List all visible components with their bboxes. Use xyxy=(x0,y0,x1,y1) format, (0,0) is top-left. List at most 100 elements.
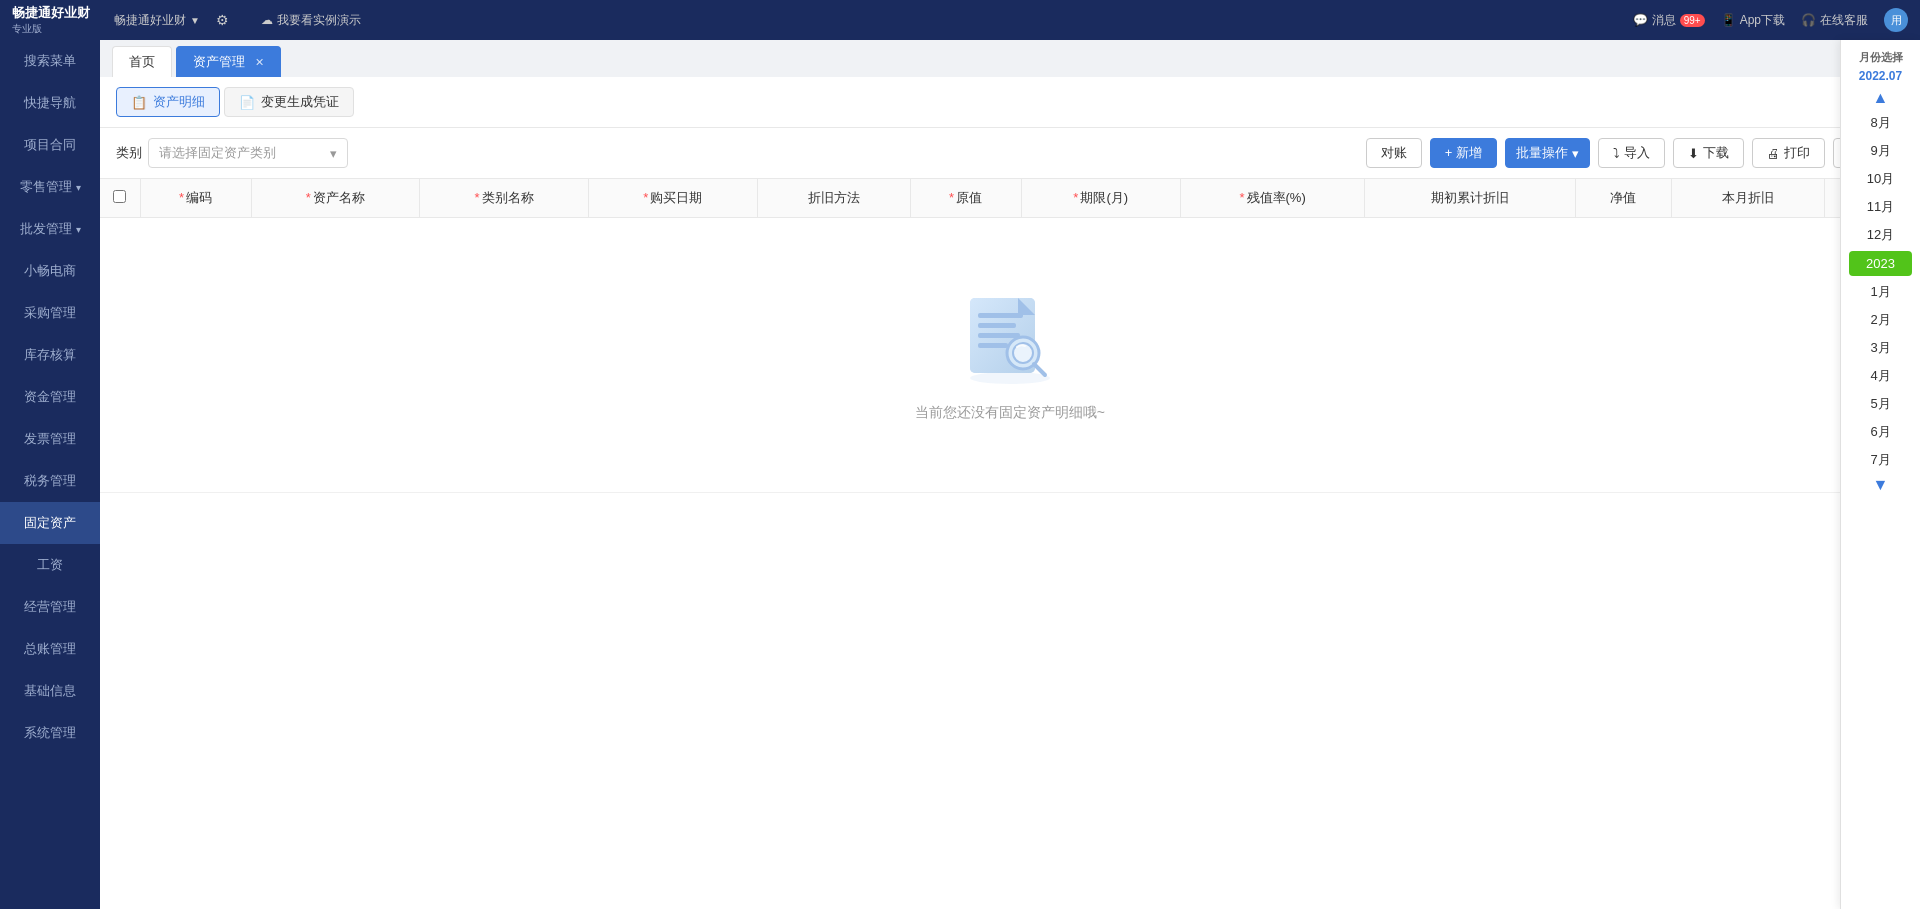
toolbar-right: 对账 + 新增 批量操作 ▾ ⤵ 导入 ⬇ 下载 xyxy=(1366,138,1904,168)
month-panel-title: 月份选择 xyxy=(1859,46,1903,67)
table-header-checkbox xyxy=(100,179,140,218)
category-select-box[interactable]: 请选择固定资产类别 ▾ xyxy=(148,138,348,168)
svg-rect-5 xyxy=(978,333,1020,338)
category-dropdown-icon: ▾ xyxy=(330,146,337,161)
message-count: 99+ xyxy=(1680,14,1705,27)
sidebar-payroll-label: 工资 xyxy=(37,556,63,574)
month-item-7-2023[interactable]: 7月 xyxy=(1841,446,1920,474)
col-purchase-date: *购买日期 xyxy=(588,179,757,218)
retail-arrow-icon: ▾ xyxy=(76,182,81,193)
sidebar-item-fixed-assets[interactable]: 固定资产 xyxy=(0,502,100,544)
match-button[interactable]: 对账 xyxy=(1366,138,1422,168)
sidebar-item-basic-info[interactable]: 基础信息 xyxy=(0,670,100,712)
demo-link[interactable]: ☁ 我要看实例演示 xyxy=(261,12,361,29)
match-label: 对账 xyxy=(1381,144,1407,162)
month-item-8[interactable]: 8月 xyxy=(1841,109,1920,137)
sidebar-item-finance[interactable]: 资金管理 xyxy=(0,376,100,418)
sidebar-item-inventory[interactable]: 库存核算 xyxy=(0,334,100,376)
month-item-2[interactable]: 2月 xyxy=(1841,306,1920,334)
settings-icon[interactable]: ⚙ xyxy=(216,12,229,28)
sidebar-item-business[interactable]: 经营管理 xyxy=(0,586,100,628)
empty-illustration xyxy=(950,288,1070,388)
dropdown-arrow: ▼ xyxy=(190,15,200,26)
month-item-6[interactable]: 6月 xyxy=(1841,418,1920,446)
app-download-label: App下载 xyxy=(1740,12,1785,29)
print-button[interactable]: 🖨 打印 xyxy=(1752,138,1825,168)
company-dropdown[interactable]: 畅捷通好业财 ▼ xyxy=(114,12,200,29)
category-label: 类别 xyxy=(116,144,142,162)
add-button[interactable]: + 新增 xyxy=(1430,138,1497,168)
tab-home[interactable]: 首页 xyxy=(112,46,172,77)
app-edition: 专业版 xyxy=(12,22,90,36)
year-badge-2023: 2023 xyxy=(1849,251,1912,276)
sidebar-item-system[interactable]: 系统管理 xyxy=(0,712,100,754)
message-label: 消息 xyxy=(1652,12,1676,29)
sidebar-item-ecommerce[interactable]: 小畅电商 xyxy=(0,250,100,292)
sidebar-item-search[interactable]: 搜索菜单 xyxy=(0,40,100,82)
sidebar-quick-nav-label: 快捷导航 xyxy=(24,94,76,112)
svg-point-0 xyxy=(970,372,1050,384)
toolbar: 类别 请选择固定资产类别 ▾ 对账 + 新增 批量操 xyxy=(100,128,1920,179)
month-item-4[interactable]: 4月 xyxy=(1841,362,1920,390)
select-all-checkbox[interactable] xyxy=(113,190,126,203)
print-icon: 🖨 xyxy=(1767,146,1780,161)
sidebar-item-quick-nav[interactable]: 快捷导航 xyxy=(0,82,100,124)
batch-button[interactable]: 批量操作 ▾ xyxy=(1505,138,1590,168)
month-item-3[interactable]: 3月 xyxy=(1841,334,1920,362)
tab-asset-mgmt[interactable]: 资产管理 ✕ xyxy=(176,46,281,77)
download-label: 下载 xyxy=(1703,144,1729,162)
asset-detail-label: 资产明细 xyxy=(153,93,205,111)
online-service-button[interactable]: 🎧 在线客服 xyxy=(1801,12,1868,29)
sidebar-item-payroll[interactable]: 工资 xyxy=(0,544,100,586)
month-nav-up[interactable]: ▲ xyxy=(1873,87,1889,109)
svg-line-9 xyxy=(1034,364,1045,375)
import-button[interactable]: ⤵ 导入 xyxy=(1598,138,1665,168)
download-icon: ⬇ xyxy=(1688,146,1699,161)
sidebar-item-tax[interactable]: 税务管理 xyxy=(0,460,100,502)
empty-state-row: 当前您还没有固定资产明细哦~ xyxy=(100,218,1920,493)
month-item-11[interactable]: 11月 xyxy=(1841,193,1920,221)
sidebar-tax-label: 税务管理 xyxy=(24,472,76,490)
app-logo: 畅捷通好业财 专业版 xyxy=(12,4,90,36)
sidebar-project-label: 项目合同 xyxy=(24,136,76,154)
download-button[interactable]: ⬇ 下载 xyxy=(1673,138,1744,168)
sidebar-item-retail[interactable]: 零售管理 ▾ xyxy=(0,166,100,208)
sidebar-ledger-label: 总账管理 xyxy=(24,640,76,658)
sidebar-ecommerce-label: 小畅电商 xyxy=(24,262,76,280)
change-voucher-icon: 📄 xyxy=(239,95,255,110)
month-item-5[interactable]: 5月 xyxy=(1841,390,1920,418)
sub-tab-asset-detail[interactable]: 📋 资产明细 xyxy=(116,87,220,117)
tab-close-icon[interactable]: ✕ xyxy=(255,56,264,68)
main-wrap: 搜索菜单 快捷导航 项目合同 零售管理 ▾ 批发管理 ▾ 小畅电商 采购管理 库… xyxy=(0,40,1920,909)
sidebar-finance-label: 资金管理 xyxy=(24,388,76,406)
col-residual-rate: *残值率(%) xyxy=(1180,179,1365,218)
month-nav-down[interactable]: ▼ xyxy=(1873,474,1889,496)
sidebar-retail-label: 零售管理 xyxy=(20,178,72,196)
col-accumulated-dep: 期初累计折旧 xyxy=(1365,179,1576,218)
month-item-9[interactable]: 9月 xyxy=(1841,137,1920,165)
wholesale-arrow-icon: ▾ xyxy=(76,224,81,235)
avatar[interactable]: 用 xyxy=(1884,8,1908,32)
content-area: 首页 资产管理 ✕ 📋 资产明细 📄 变更生成凭证 xyxy=(100,40,1920,909)
sub-tab-change-voucher[interactable]: 📄 变更生成凭证 xyxy=(224,87,354,117)
sidebar-purchase-label: 采购管理 xyxy=(24,304,76,322)
col-original-value: *原值 xyxy=(910,179,1021,218)
month-panel: 月份选择 2022.07 ▲ 8月 9月 10月 11月 12月 2023 1月… xyxy=(1840,40,1920,909)
sidebar-item-purchase[interactable]: 采购管理 xyxy=(0,292,100,334)
sidebar-item-ledger[interactable]: 总账管理 xyxy=(0,628,100,670)
cloud-icon: ☁ xyxy=(261,13,273,27)
app-download-button[interactable]: 📱 App下载 xyxy=(1721,12,1785,29)
month-item-10[interactable]: 10月 xyxy=(1841,165,1920,193)
headset-icon: 🎧 xyxy=(1801,13,1816,27)
asset-detail-icon: 📋 xyxy=(131,95,147,110)
sidebar-item-wholesale[interactable]: 批发管理 ▾ xyxy=(0,208,100,250)
sidebar-item-project[interactable]: 项目合同 xyxy=(0,124,100,166)
online-service-label: 在线客服 xyxy=(1820,12,1868,29)
month-item-12[interactable]: 12月 xyxy=(1841,221,1920,249)
sidebar-search-label: 搜索菜单 xyxy=(24,52,76,70)
tab-home-label: 首页 xyxy=(129,54,155,69)
month-item-1[interactable]: 1月 xyxy=(1841,278,1920,306)
sidebar-item-invoice[interactable]: 发票管理 xyxy=(0,418,100,460)
sidebar-invoice-label: 发票管理 xyxy=(24,430,76,448)
message-button[interactable]: 💬 消息 99+ xyxy=(1633,12,1705,29)
